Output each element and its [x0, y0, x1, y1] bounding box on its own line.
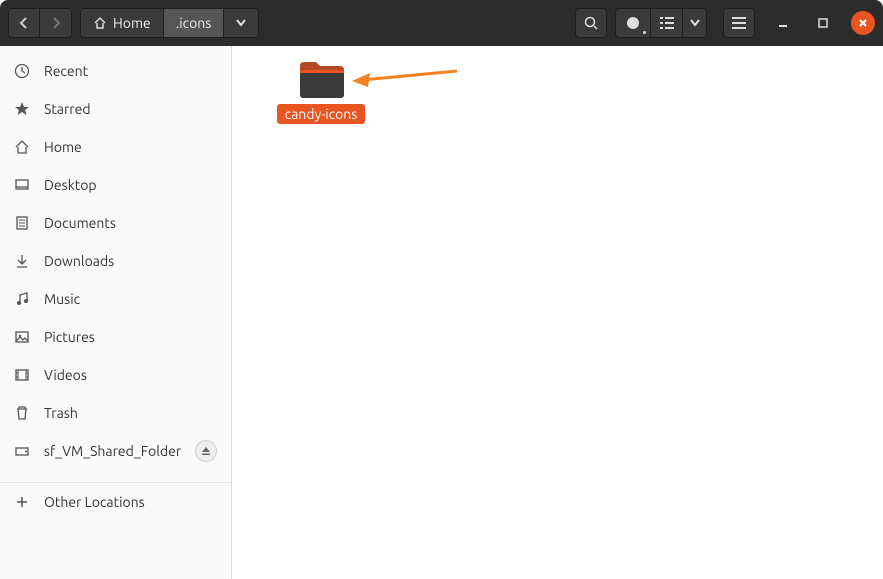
sidebar-item-label: Starred: [44, 101, 91, 117]
list-icon: [660, 17, 674, 29]
back-button[interactable]: [8, 8, 40, 38]
path-segment-home[interactable]: Home: [80, 8, 164, 38]
maximize-icon: [818, 18, 828, 28]
sidebar-item-label: Documents: [44, 215, 116, 231]
plus-icon: [14, 494, 30, 510]
minimize-icon: [778, 18, 788, 28]
path-bar: Home .icons: [80, 8, 259, 38]
search-button[interactable]: [575, 8, 607, 38]
sidebar-item-label: Trash: [44, 405, 78, 421]
zoom-button[interactable]: [615, 8, 651, 38]
desktop-icon: [14, 177, 30, 193]
hamburger-menu-button[interactable]: [723, 8, 755, 38]
circle-icon: [626, 16, 640, 30]
close-button[interactable]: [851, 11, 875, 35]
sidebar-item-videos[interactable]: Videos: [0, 356, 231, 394]
folder-item[interactable]: candy-icons: [276, 58, 366, 124]
drive-icon: [14, 443, 30, 459]
sidebar: Recent Starred Home Desktop Documents Do…: [0, 46, 232, 579]
folder-icon: [296, 58, 346, 100]
sidebar-item-shared-folder[interactable]: sf_VM_Shared_Folder: [0, 432, 231, 470]
dot-icon: [643, 31, 646, 34]
path-label-current: .icons: [176, 15, 212, 31]
music-icon: [14, 291, 30, 307]
eject-icon: [201, 446, 211, 456]
sidebar-item-music[interactable]: Music: [0, 280, 231, 318]
view-list-button[interactable]: [651, 8, 683, 38]
documents-icon: [14, 215, 30, 231]
sidebar-item-label: Downloads: [44, 253, 114, 269]
minimize-button[interactable]: [771, 11, 795, 35]
home-icon: [14, 139, 30, 155]
trash-icon: [14, 405, 30, 421]
home-icon: [93, 16, 107, 30]
sidebar-item-label: sf_VM_Shared_Folder: [44, 443, 181, 459]
sidebar-item-recent[interactable]: Recent: [0, 52, 231, 90]
annotation-arrow: [352, 66, 462, 90]
chevron-left-icon: [19, 17, 29, 29]
star-icon: [14, 101, 30, 117]
sidebar-item-desktop[interactable]: Desktop: [0, 166, 231, 204]
view-dropdown-button[interactable]: [683, 8, 707, 38]
sidebar-item-downloads[interactable]: Downloads: [0, 242, 231, 280]
headerbar: Home .icons: [0, 0, 883, 46]
path-segment-current[interactable]: .icons: [164, 8, 225, 38]
sidebar-item-label: Desktop: [44, 177, 97, 193]
sidebar-item-other-locations[interactable]: Other Locations: [0, 482, 231, 520]
file-view[interactable]: candy-icons: [232, 46, 883, 579]
maximize-button[interactable]: [811, 11, 835, 35]
sidebar-item-label: Videos: [44, 367, 87, 383]
sidebar-item-documents[interactable]: Documents: [0, 204, 231, 242]
downloads-icon: [14, 253, 30, 269]
sidebar-item-label: Pictures: [44, 329, 95, 345]
chevron-down-icon: [236, 19, 246, 27]
clock-icon: [14, 63, 30, 79]
sidebar-item-label: Other Locations: [44, 494, 145, 510]
videos-icon: [14, 367, 30, 383]
folder-label: candy-icons: [277, 104, 366, 124]
sidebar-item-starred[interactable]: Starred: [0, 90, 231, 128]
sidebar-item-pictures[interactable]: Pictures: [0, 318, 231, 356]
path-label-home: Home: [113, 15, 151, 31]
chevron-right-icon: [51, 17, 61, 29]
eject-button[interactable]: [195, 440, 217, 462]
search-icon: [584, 16, 598, 30]
sidebar-item-label: Recent: [44, 63, 88, 79]
sidebar-item-label: Home: [44, 139, 82, 155]
path-dropdown-button[interactable]: [224, 8, 259, 38]
pictures-icon: [14, 329, 30, 345]
hamburger-icon: [732, 17, 746, 29]
sidebar-item-home[interactable]: Home: [0, 128, 231, 166]
sidebar-item-label: Music: [44, 291, 80, 307]
close-icon: [858, 18, 868, 28]
forward-button[interactable]: [40, 8, 72, 38]
chevron-down-icon: [690, 19, 700, 27]
sidebar-item-trash[interactable]: Trash: [0, 394, 231, 432]
